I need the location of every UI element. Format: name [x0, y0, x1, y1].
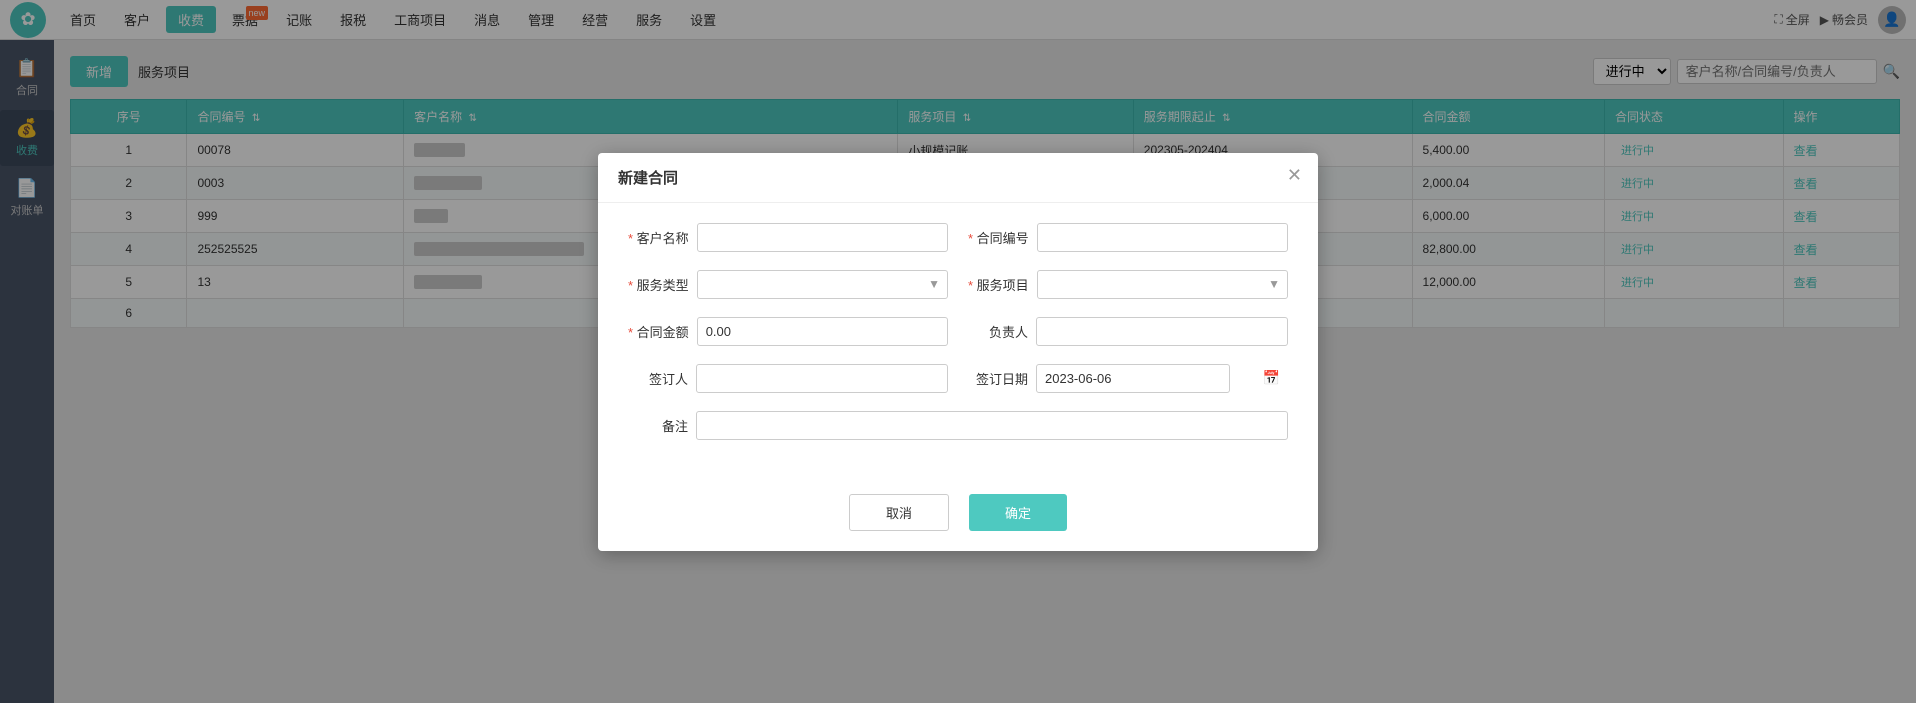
modal-title: 新建合同	[618, 170, 678, 187]
service-type-select[interactable]	[697, 270, 948, 299]
contract-no-input[interactable]	[1037, 223, 1288, 252]
modal-footer: 取消 确定	[598, 478, 1318, 551]
modal-header: 新建合同 ✕	[598, 153, 1318, 203]
form-group-signer: 签订人	[628, 364, 948, 393]
remark-input[interactable]	[696, 411, 1288, 440]
form-group-sign-date: 签订日期 📅	[968, 364, 1288, 393]
amount-label: 合同金额	[628, 322, 689, 341]
form-row-5: 备注	[628, 411, 1288, 440]
form-group-contract-no: 合同编号	[968, 223, 1288, 252]
form-group-amount: 合同金额	[628, 317, 948, 346]
new-contract-modal: 新建合同 ✕ 客户名称 合同编号	[598, 153, 1318, 551]
form-row-4: 签订人 签订日期 📅	[628, 364, 1288, 393]
confirm-button[interactable]: 确定	[969, 494, 1067, 531]
remark-label: 备注	[628, 416, 688, 435]
content-area: 新增 服务项目 进行中 已完成 已终止 🔍 序号 合同编号 ⇅	[54, 40, 1916, 703]
main-layout: 📋 合同 💰 收费 📄 对账单 新增 服务项目 进行中 已完成 已终止 �	[0, 40, 1916, 703]
sign-date-wrap: 📅	[1036, 364, 1288, 393]
form-row-3: 合同金额 负责人	[628, 317, 1288, 346]
modal-body: 客户名称 合同编号 服务类型	[598, 203, 1318, 478]
sign-date-input[interactable]	[1036, 364, 1230, 393]
calendar-icon: 📅	[1263, 370, 1280, 387]
cancel-button[interactable]: 取消	[849, 494, 949, 531]
service-type-select-wrap: ▼	[697, 270, 948, 299]
form-group-customer: 客户名称	[628, 223, 948, 252]
responsible-label: 负责人	[968, 322, 1028, 341]
form-group-service-item: 服务项目 ▼	[968, 270, 1288, 299]
service-item-select[interactable]	[1037, 270, 1288, 299]
form-row-1: 客户名称 合同编号	[628, 223, 1288, 252]
responsible-input[interactable]	[1036, 317, 1288, 346]
customer-name-input[interactable]	[697, 223, 948, 252]
customer-name-label: 客户名称	[628, 228, 689, 247]
form-row-2: 服务类型 ▼ 服务项目 ▼	[628, 270, 1288, 299]
modal-close-button[interactable]: ✕	[1287, 165, 1302, 186]
amount-input[interactable]	[697, 317, 948, 346]
form-group-remark: 备注	[628, 411, 1288, 440]
form-group-responsible: 负责人	[968, 317, 1288, 346]
service-type-label: 服务类型	[628, 275, 689, 294]
service-item-select-wrap: ▼	[1037, 270, 1288, 299]
contract-no-label: 合同编号	[968, 228, 1029, 247]
sign-date-label: 签订日期	[968, 369, 1028, 388]
form-group-service-type: 服务类型 ▼	[628, 270, 948, 299]
signer-input[interactable]	[696, 364, 948, 393]
modal-overlay: 新建合同 ✕ 客户名称 合同编号	[54, 40, 1916, 703]
service-item-label: 服务项目	[968, 275, 1029, 294]
signer-label: 签订人	[628, 369, 688, 388]
